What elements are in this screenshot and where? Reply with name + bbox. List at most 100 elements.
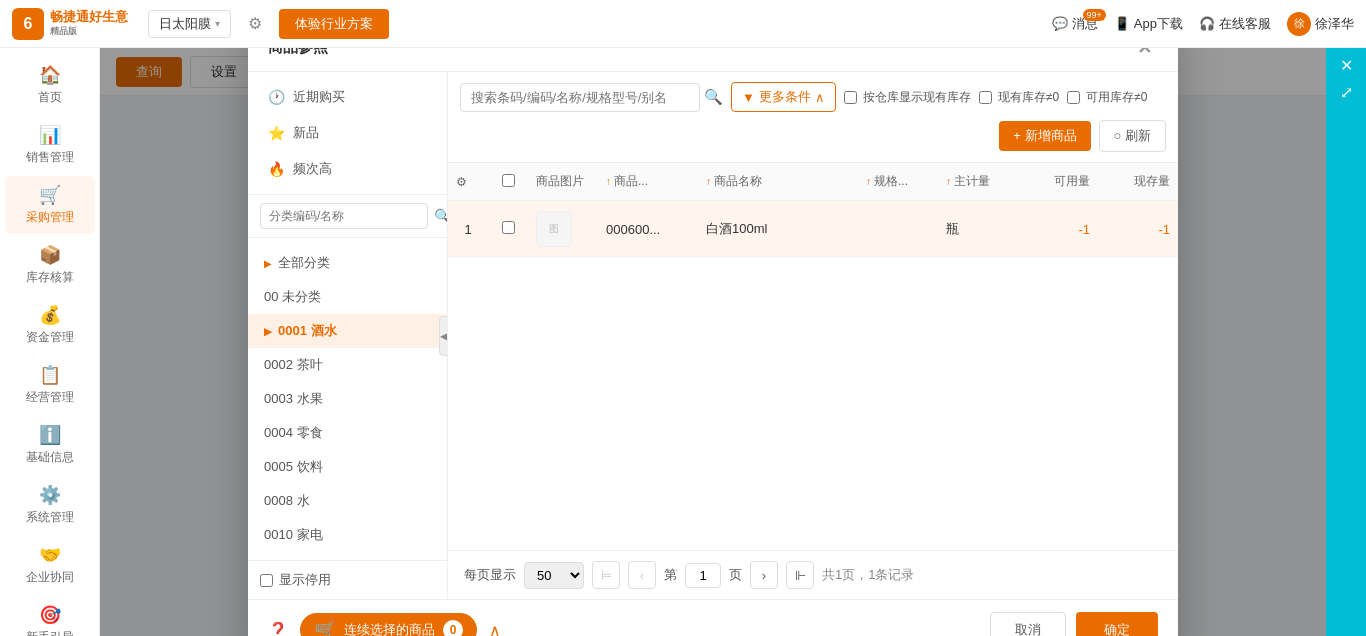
category-item-0004[interactable]: 0004 零食 [248, 416, 447, 450]
category-all-label: 全部分类 [278, 254, 330, 272]
th-img: 商品图片 [528, 163, 598, 201]
teal-close-icon[interactable]: ✕ [1340, 56, 1353, 75]
nav-service[interactable]: 🎧 在线客服 [1199, 15, 1271, 33]
frequent-item[interactable]: 🔥 频次高 [260, 154, 435, 184]
check-warehouse[interactable] [844, 91, 857, 104]
sort-up-code: ↑ [606, 176, 611, 187]
fire-icon: 🔥 [268, 161, 285, 177]
category-item-0003[interactable]: 0003 水果 [248, 382, 447, 416]
sidebar-item-home[interactable]: 🏠 首页 [5, 56, 95, 114]
sidebar-item-sales-label: 销售管理 [26, 149, 74, 166]
system-icon: ⚙️ [39, 484, 61, 506]
show-disabled-checkbox[interactable] [260, 574, 273, 587]
check-stock-ne0-row[interactable]: 现有库存≠0 [979, 89, 1059, 106]
category-item-all[interactable]: ▶ 全部分类 [248, 246, 447, 280]
sidebar-item-collab-label: 企业协同 [26, 569, 74, 586]
select-all-checkbox[interactable] [502, 174, 515, 187]
sidebar: 🏠 首页 📊 销售管理 🛒 采购管理 📦 库存核算 💰 资金管理 📋 经营管理 … [0, 48, 100, 636]
th-name[interactable]: ↑ 商品名称 [698, 163, 858, 201]
category-search-icon[interactable]: 🔍 [434, 208, 448, 224]
check-warehouse-row[interactable]: 按仓库显示现有库存 [844, 89, 971, 106]
refresh-product-button[interactable]: ○ 刷新 [1099, 120, 1166, 152]
th-spec[interactable]: ↑ 规格... [858, 163, 938, 201]
product-search-icon[interactable]: 🔍 [704, 88, 723, 106]
category-0004-label: 0004 零食 [264, 424, 323, 442]
sidebar-item-guide[interactable]: 🎯 新手引导 [5, 596, 95, 636]
collab-icon: 🤝 [39, 544, 61, 566]
new-product-item[interactable]: ⭐ 新品 [260, 118, 435, 148]
category-item-00[interactable]: 00 未分类 [248, 280, 447, 314]
left-panel-footer: 显示停用 [248, 560, 447, 599]
message-icon: 💬 [1052, 16, 1068, 31]
category-item-0001[interactable]: ▶ 0001 酒水 [248, 314, 447, 348]
teal-panel: ✕ ⤢ [1326, 48, 1366, 636]
check-avail-ne0[interactable] [1067, 91, 1080, 104]
sort-up-name: ↑ [706, 176, 711, 187]
th-unit[interactable]: ↑ 主计量 [938, 163, 1018, 201]
help-icon[interactable]: ❓ [268, 621, 288, 637]
gear-icon[interactable]: ⚙ [239, 8, 271, 40]
row-stock: -1 [1098, 201, 1178, 258]
recent-purchase-item[interactable]: 🕐 近期购买 [260, 82, 435, 112]
row-num: 1 [448, 201, 488, 258]
experience-btn[interactable]: 体验行业方案 [279, 9, 389, 39]
add-product-button[interactable]: + 新增商品 [999, 121, 1090, 151]
row-check[interactable] [488, 201, 528, 258]
filter-button[interactable]: ▼ 更多条件 ∧ [731, 82, 836, 112]
frequent-label: 频次高 [293, 160, 332, 178]
nav-app-label: App下载 [1134, 15, 1183, 33]
last-page-btn[interactable]: ⊩ [786, 561, 814, 589]
sidebar-item-inventory[interactable]: 📦 库存核算 [5, 236, 95, 294]
product-search-input[interactable] [460, 83, 700, 112]
sidebar-item-business[interactable]: 📋 经营管理 [5, 356, 95, 414]
category-item-0008[interactable]: 0008 水 [248, 484, 447, 518]
th-avail-label: 可用量 [1054, 174, 1090, 188]
row-checkbox[interactable] [502, 221, 515, 234]
settings-col-icon[interactable]: ⚙ [456, 175, 467, 189]
modal-overlay: 商品参照 ✕ 🕐 近期购买 ⭐ 新 [100, 48, 1326, 636]
nav-app[interactable]: 📱 App下载 [1114, 15, 1183, 33]
sidebar-item-purchase[interactable]: 🛒 采购管理 [5, 176, 95, 234]
sidebar-item-system[interactable]: ⚙️ 系统管理 [5, 476, 95, 534]
category-item-0005[interactable]: 0005 饮料 [248, 450, 447, 484]
nav-user[interactable]: 徐 徐泽华 [1287, 12, 1354, 36]
collapse-button[interactable]: ◀◀ [439, 316, 448, 356]
collapse-icon[interactable]: ∧ [489, 621, 501, 637]
category-0003-label: 0003 水果 [264, 390, 323, 408]
modal-header: 商品参照 ✕ [248, 48, 1178, 72]
sidebar-item-collab[interactable]: 🤝 企业协同 [5, 536, 95, 594]
cancel-button[interactable]: 取消 [990, 612, 1066, 636]
check-avail-ne0-row[interactable]: 可用库存≠0 [1067, 89, 1147, 106]
category-search-input[interactable] [260, 203, 428, 229]
first-page-btn[interactable]: ⊨ [592, 561, 620, 589]
left-panel: 🕐 近期购买 ⭐ 新品 🔥 频次高 [248, 72, 448, 599]
sidebar-item-basics[interactable]: ℹ️ 基础信息 [5, 416, 95, 474]
sidebar-item-finance[interactable]: 💰 资金管理 [5, 296, 95, 354]
teal-expand-icon[interactable]: ⤢ [1340, 83, 1353, 102]
next-page-btn[interactable]: › [750, 561, 778, 589]
sidebar-item-sales[interactable]: 📊 销售管理 [5, 116, 95, 174]
category-search-row: 🔍 [248, 195, 447, 238]
table-row[interactable]: 1 图 000600... 白酒100ml [448, 201, 1178, 258]
confirm-button[interactable]: 确定 [1076, 612, 1158, 636]
modal-close-button[interactable]: ✕ [1130, 48, 1158, 62]
category-item-0010[interactable]: 0010 家电 [248, 518, 447, 552]
right-toolbar-right: + 新增商品 ○ 刷新 [999, 120, 1166, 152]
per-page-select[interactable]: 50 100 200 [524, 562, 584, 589]
chevron-up-icon: ∧ [815, 90, 825, 105]
cart-badge: 0 [443, 620, 463, 636]
nav-right: 💬 消息 99+ 📱 App下载 🎧 在线客服 徐 徐泽华 [1052, 12, 1354, 36]
check-stock-ne0[interactable] [979, 91, 992, 104]
category-item-0002[interactable]: 0002 茶叶 [248, 348, 447, 382]
nav-selector[interactable]: 日太阳膜 ▾ [148, 10, 231, 38]
per-page-label: 每页显示 [464, 566, 516, 584]
page-input[interactable] [685, 563, 721, 588]
nav-message[interactable]: 💬 消息 99+ [1052, 15, 1098, 33]
inventory-icon: 📦 [39, 244, 61, 266]
guide-icon: 🎯 [39, 604, 61, 626]
th-code[interactable]: ↑ 商品... [598, 163, 698, 201]
prev-page-btn[interactable]: ‹ [628, 561, 656, 589]
message-badge: 99+ [1083, 9, 1106, 21]
logo: 6 畅捷通好生意 精品版 [12, 8, 128, 40]
product-image-placeholder: 图 [536, 211, 572, 247]
